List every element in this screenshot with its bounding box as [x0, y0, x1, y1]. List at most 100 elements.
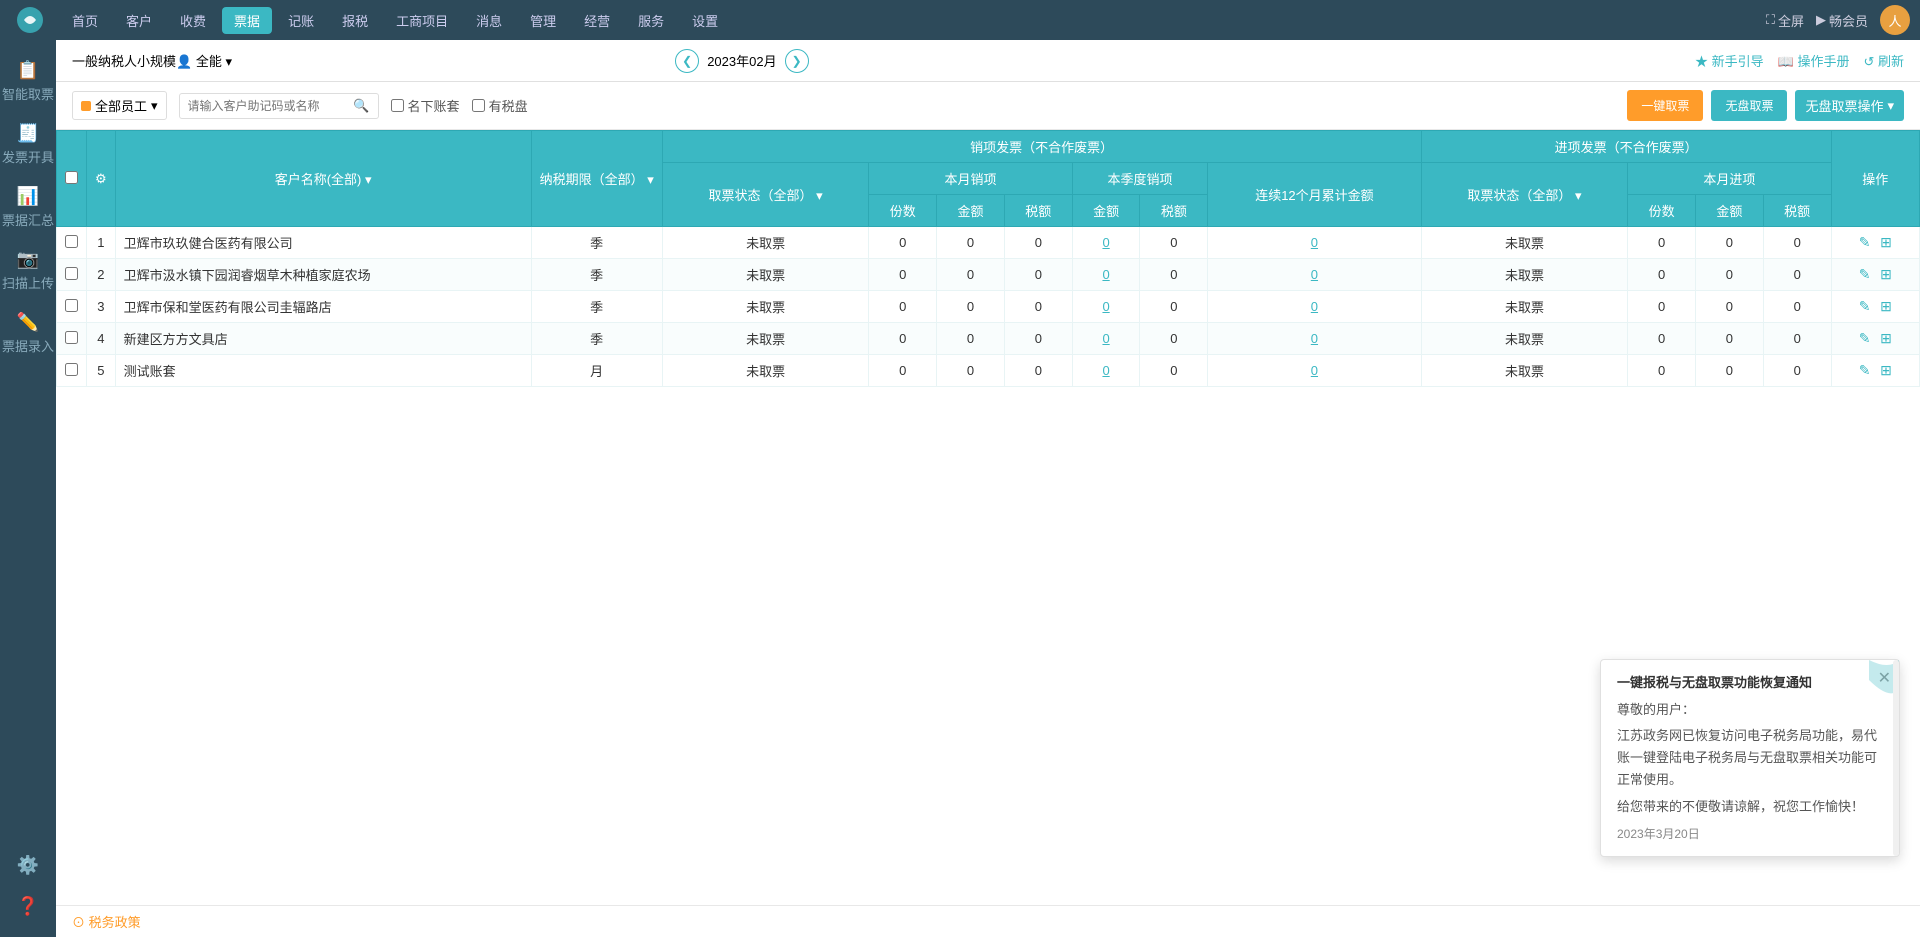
edit-icon[interactable]: ✎ [1859, 362, 1871, 378]
manual-btn[interactable]: 📖 操作手册 [1778, 51, 1850, 70]
tab-small-scale[interactable]: 小规模 [137, 51, 176, 70]
more-icon[interactable]: ⊞ [1880, 362, 1892, 378]
scan-icon: 📷 [17, 249, 39, 270]
sq-amount-link[interactable]: 0 [1102, 331, 1109, 346]
notification-apology: 给您带来的不便敬请谅解，祝您工作愉快！ [1617, 796, 1883, 818]
row-index-cell: 2 [87, 259, 116, 291]
notification-scrollbar[interactable] [1893, 660, 1899, 856]
row-sm-amount-cell: 0 [937, 291, 1005, 323]
sidebar-item-ticket-entry[interactable]: ✏️ 票据录入 [0, 302, 56, 365]
checkbox-tax[interactable] [472, 99, 485, 112]
filter-icon4: ▾ [1575, 188, 1582, 203]
sq-tax-header: 税额 [1140, 195, 1208, 227]
more-icon[interactable]: ⊞ [1880, 266, 1892, 282]
row-name-cell: 测试账套 [115, 355, 531, 387]
person-icon: 👤 [176, 54, 192, 69]
nav-home[interactable]: 首页 [60, 7, 110, 34]
sm-amount-header: 金额 [937, 195, 1005, 227]
member-btn[interactable]: ▶ 畅会员 [1816, 11, 1868, 30]
sq-amount-link[interactable]: 0 [1102, 267, 1109, 282]
im-copies-header: 份数 [1628, 195, 1696, 227]
row-checkbox[interactable] [65, 331, 78, 344]
tax-policy-link[interactable]: ⊙ 税务政策 [72, 912, 141, 931]
sidebar-item-smart-ticket[interactable]: 📋 智能取票 [0, 50, 56, 113]
edit-icon[interactable]: ✎ [1859, 266, 1871, 282]
row-checkbox[interactable] [65, 235, 78, 248]
cumulative-link[interactable]: 0 [1311, 299, 1318, 314]
im-amount-header: 金额 [1696, 195, 1764, 227]
row-checkbox[interactable] [65, 363, 78, 376]
employee-select[interactable]: 全部员工 ▾ [72, 91, 167, 120]
settings-column-header: ⚙ [87, 131, 116, 227]
next-month-button[interactable]: ❯ [785, 49, 809, 73]
checkbox-account-label[interactable]: 名下账套 [391, 96, 460, 115]
refresh-icon: ↺ [1863, 54, 1874, 69]
column-settings-icon[interactable]: ⚙ [95, 171, 107, 186]
nav-service[interactable]: 服务 [626, 7, 676, 34]
row-checkbox[interactable] [65, 267, 78, 280]
row-index-cell: 4 [87, 323, 116, 355]
cancel-status-income-header[interactable]: 取票状态（全部） ▾ [1421, 163, 1628, 227]
cancel-status-sales-header[interactable]: 取票状态（全部） ▾ [662, 163, 869, 227]
sq-amount-link[interactable]: 0 [1102, 363, 1109, 378]
sidebar-bottom-settings[interactable]: ⚙️ [17, 845, 39, 886]
prev-month-button[interactable]: ❮ [675, 49, 699, 73]
edit-icon[interactable]: ✎ [1859, 330, 1871, 346]
sidebar-item-ticket-summary[interactable]: 📊 票据汇总 [0, 176, 56, 239]
nav-message[interactable]: 消息 [464, 7, 514, 34]
sq-amount-link[interactable]: 0 [1102, 299, 1109, 314]
tax-period-header[interactable]: 纳税期限（全部） ▾ [531, 131, 662, 227]
nav-manage[interactable]: 管理 [518, 7, 568, 34]
nav-operation[interactable]: 经营 [572, 7, 622, 34]
nav-tax[interactable]: 报税 [330, 7, 380, 34]
select-all-checkbox[interactable] [65, 171, 78, 184]
row-actions-cell: ✎ ⊞ [1831, 227, 1919, 259]
nav-settings[interactable]: 设置 [680, 7, 730, 34]
sidebar-bottom-help[interactable]: ❓ [17, 886, 39, 927]
row-im-tax-cell: 0 [1763, 259, 1831, 291]
tab-general-taxpayer[interactable]: 一般纳税人 [72, 51, 137, 70]
nav-client[interactable]: 客户 [114, 7, 164, 34]
help-icon: ❓ [17, 896, 39, 917]
row-im-amount-cell: 0 [1696, 355, 1764, 387]
no-disk-ticket-button[interactable]: 无盘取票 [1711, 90, 1787, 121]
new-guide-btn[interactable]: ★ 新手引导 [1695, 51, 1764, 70]
no-disk-ops-button[interactable]: 无盘取票操作 ▾ [1795, 90, 1904, 121]
notification-popup: ✕ 一键报税与无盘取票功能恢复通知 尊敬的用户： 江苏政务网已恢复访问电子税务局… [1600, 659, 1900, 857]
ticket-summary-icon: 📊 [17, 186, 39, 207]
sidebar-item-invoice-issue[interactable]: 🧾 发票开具 [0, 113, 56, 176]
checkbox-tax-label[interactable]: 有税盘 [472, 96, 528, 115]
cumulative-link[interactable]: 0 [1311, 267, 1318, 282]
more-icon[interactable]: ⊞ [1880, 298, 1892, 314]
search-icon[interactable]: 🔍 [353, 98, 369, 114]
tab-all-type[interactable]: 👤 全能 ▾ [176, 51, 232, 70]
refresh-btn[interactable]: ↺ 刷新 [1863, 51, 1904, 70]
one-click-ticket-button[interactable]: 一键取票 [1627, 90, 1703, 121]
sidebar: 📋 智能取票 🧾 发票开具 📊 票据汇总 📷 扫描上传 ✏️ 票据录入 ⚙️ ❓ [0, 40, 56, 937]
row-sq-tax-cell: 0 [1140, 291, 1208, 323]
more-icon[interactable]: ⊞ [1880, 234, 1892, 250]
sq-amount-link[interactable]: 0 [1102, 235, 1109, 250]
member-icon: ▶ [1816, 12, 1826, 28]
bottom-bar: ⊙ 税务政策 [56, 905, 1920, 937]
sidebar-item-scan-upload[interactable]: 📷 扫描上传 [0, 239, 56, 302]
client-name-header[interactable]: 客户名称(全部) ▾ [115, 131, 531, 227]
search-input[interactable] [188, 99, 348, 113]
cumulative-link[interactable]: 0 [1311, 235, 1318, 250]
edit-icon[interactable]: ✎ [1859, 298, 1871, 314]
app-logo[interactable] [10, 0, 50, 40]
user-avatar[interactable]: 人 [1880, 5, 1910, 35]
more-icon[interactable]: ⊞ [1880, 330, 1892, 346]
fullscreen-btn[interactable]: ⛶ 全屏 [1766, 11, 1804, 30]
edit-icon[interactable]: ✎ [1859, 234, 1871, 250]
checkbox-account[interactable] [391, 99, 404, 112]
nav-accounting[interactable]: 记账 [276, 7, 326, 34]
cumulative-link[interactable]: 0 [1311, 331, 1318, 346]
nav-fee[interactable]: 收费 [168, 7, 218, 34]
cumulative-link[interactable]: 0 [1311, 363, 1318, 378]
nav-invoice[interactable]: 票据 [222, 7, 272, 34]
main-nav: 首页 客户 收费 票据 记账 报税 工商项目 消息 管理 经营 服务 设置 [60, 7, 1766, 34]
row-sq-amount-cell: 0 [1072, 291, 1140, 323]
row-checkbox[interactable] [65, 299, 78, 312]
nav-business[interactable]: 工商项目 [384, 7, 460, 34]
